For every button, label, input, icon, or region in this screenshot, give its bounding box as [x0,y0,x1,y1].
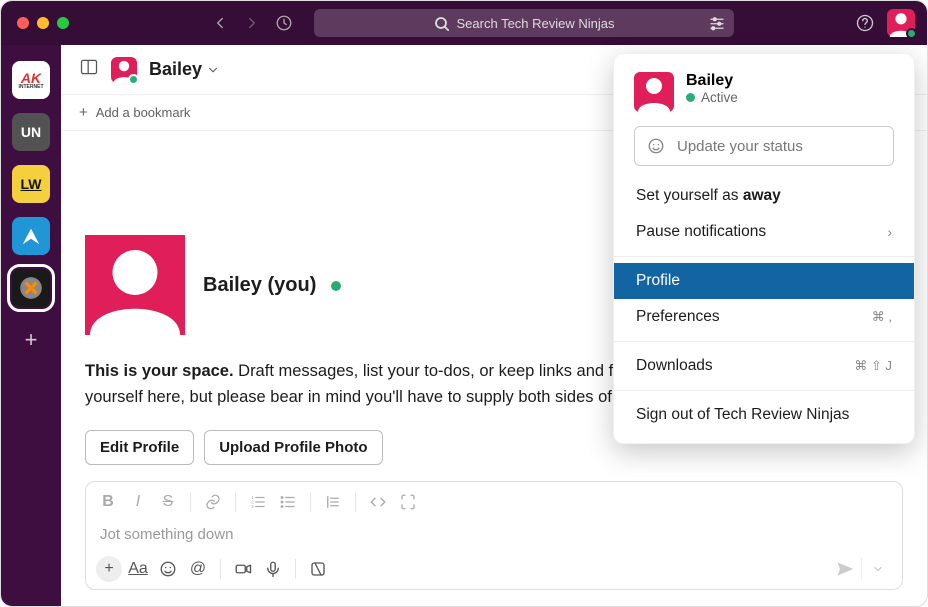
svg-text:3: 3 [251,504,254,509]
maximize-window[interactable] [57,17,69,29]
message-composer: B I S 123 Jot something down + [85,481,903,590]
codeblock-button[interactable] [394,488,422,516]
user-avatar-button[interactable] [887,9,915,37]
filter-icon[interactable] [708,14,726,32]
chevron-down-icon [206,63,220,77]
menu-profile[interactable]: Profile [614,263,914,299]
code-button[interactable] [364,488,392,516]
workspace-un[interactable]: UN [12,113,50,151]
search-icon [434,16,449,31]
search-placeholder: Search Tech Review Ninjas [457,16,615,31]
kbd-shortcut: ⌘ ⇧ J [854,358,892,374]
composer-input[interactable]: Jot something down [86,522,902,549]
menu-user-status: Active [686,90,738,105]
menu-sign-out[interactable]: Sign out of Tech Review Ninjas [614,397,914,433]
ordered-list-button[interactable]: 123 [244,488,272,516]
composer-actions: + Aa @ [86,549,902,589]
user-menu: Bailey Active Update your status Set you… [613,53,915,444]
channel-title-button[interactable]: Bailey [149,59,220,80]
send-options-button[interactable] [864,555,892,583]
emoji-button[interactable] [154,555,182,583]
menu-preferences[interactable]: Preferences⌘ , [614,299,914,335]
menu-header: Bailey Active [614,72,914,126]
italic-button[interactable]: I [124,488,152,516]
bullet-list-button[interactable] [274,488,302,516]
menu-downloads[interactable]: Downloads⌘ ⇧ J [614,348,914,384]
emoji-icon [647,137,665,155]
add-workspace-button[interactable]: + [12,321,50,359]
minimize-window[interactable] [37,17,49,29]
history-button[interactable] [268,7,300,39]
help-button[interactable] [849,7,881,39]
send-button[interactable] [831,555,859,583]
mention-button[interactable]: @ [184,555,212,583]
nav-back[interactable] [204,7,236,39]
channel-title: Bailey [149,59,202,80]
pen-icon [20,225,42,247]
formatting-toggle[interactable]: Aa [124,555,152,583]
workspace-ak[interactable]: AK INTERNET [12,61,50,99]
workspace-rail: AK INTERNET UN LW + [1,45,61,606]
menu-pause-notifications[interactable]: Pause notifications› [614,214,914,250]
nav-forward[interactable] [236,7,268,39]
blockquote-button[interactable] [319,488,347,516]
workspace-pen[interactable] [12,217,50,255]
search-input[interactable]: Search Tech Review Ninjas [314,9,734,37]
status-placeholder: Update your status [677,138,803,155]
profile-display-name: Bailey (you) [203,274,316,296]
x-icon [18,275,44,301]
workspace-x[interactable] [12,269,50,307]
strike-button[interactable]: S [154,488,182,516]
presence-indicator [128,74,139,85]
presence-indicator [331,281,341,291]
menu-user-name: Bailey [686,72,738,90]
workspace-lw[interactable]: LW [12,165,50,203]
window-controls [17,17,69,29]
close-window[interactable] [17,17,29,29]
menu-set-away[interactable]: Set yourself as away [614,178,914,214]
edit-profile-button[interactable]: Edit Profile [85,430,194,465]
split-view-button[interactable] [79,57,99,82]
bold-button[interactable]: B [94,488,122,516]
add-bookmark-button[interactable]: + Add a bookmark [79,104,190,121]
format-toolbar: B I S 123 [86,482,902,522]
audio-button[interactable] [259,555,287,583]
attach-button[interactable]: + [96,556,122,582]
menu-avatar [634,72,674,112]
titlebar: Search Tech Review Ninjas [1,1,927,45]
video-button[interactable] [229,555,257,583]
chevron-right-icon: › [887,224,892,240]
shortcuts-button[interactable] [304,555,332,583]
profile-avatar [85,235,185,335]
person-icon [85,235,185,335]
channel-avatar [111,57,137,83]
kbd-shortcut: ⌘ , [872,309,892,325]
upload-profile-photo-button[interactable]: Upload Profile Photo [204,430,382,465]
presence-indicator [906,28,917,39]
person-icon [634,72,674,112]
status-input[interactable]: Update your status [634,126,894,166]
link-button[interactable] [199,488,227,516]
